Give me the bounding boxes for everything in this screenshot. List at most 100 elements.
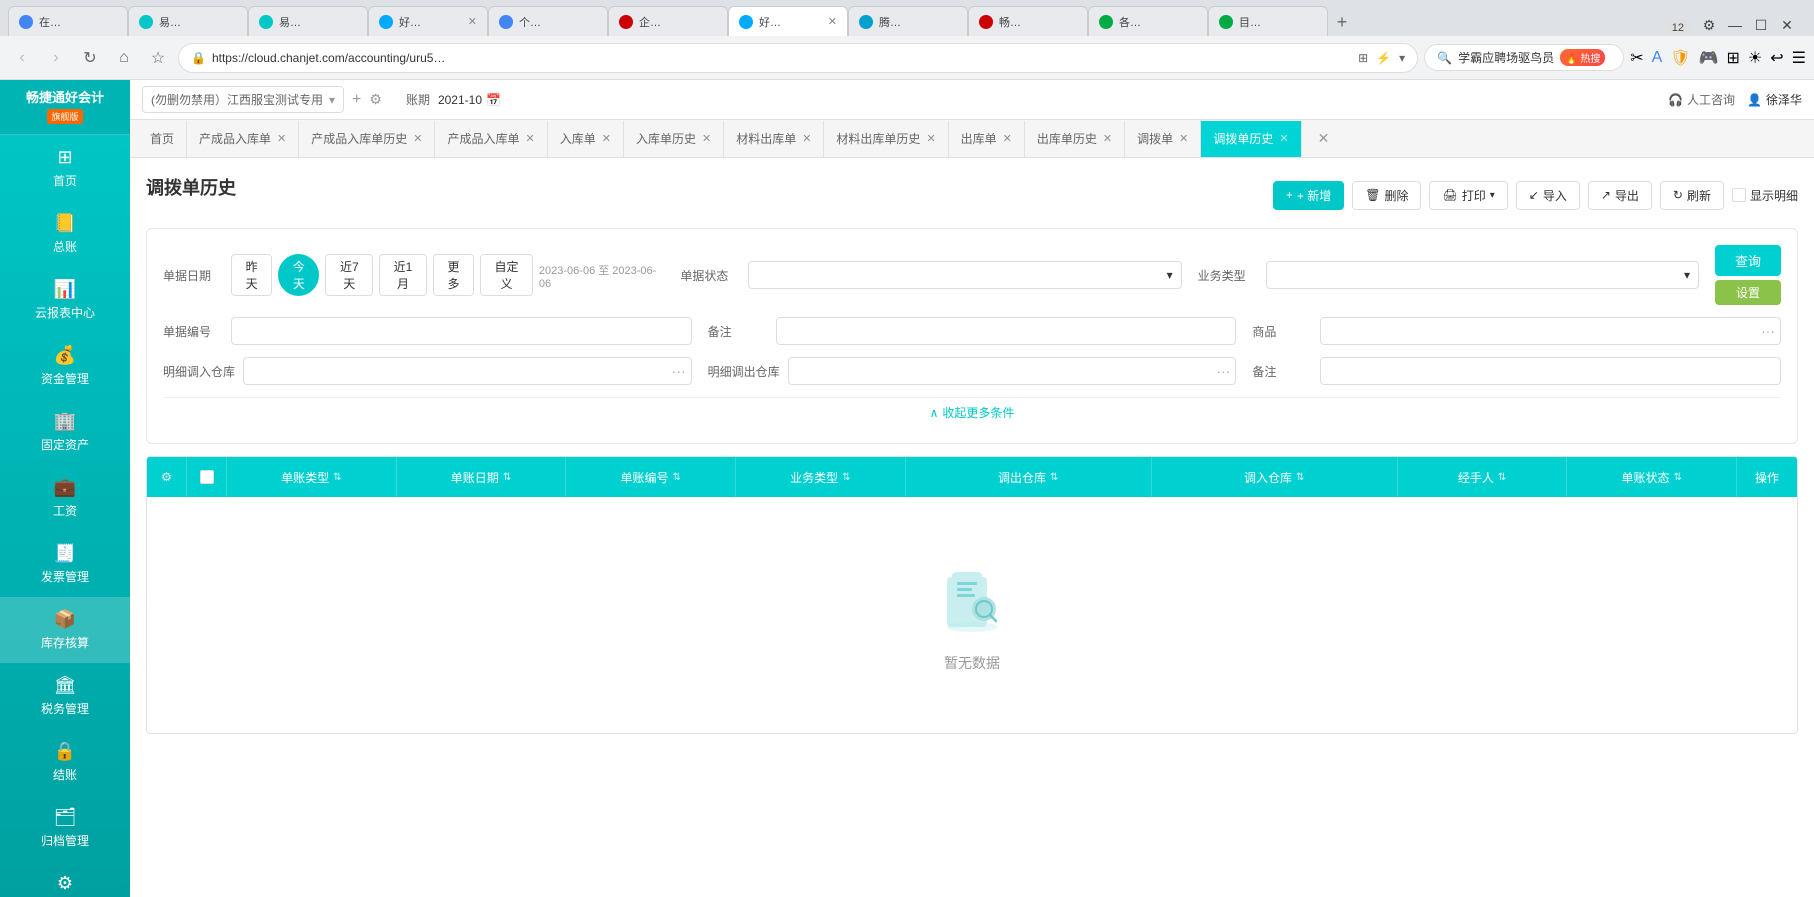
browser-tab-10[interactable]: 各… [1088, 6, 1208, 36]
menu-icon[interactable]: ☰ [1792, 48, 1806, 68]
period-value[interactable]: 2021-10 📅 [438, 93, 501, 107]
new-tab-button[interactable]: + [1328, 8, 1356, 36]
sidebar-item-ledger[interactable]: 📒 总账 [0, 201, 130, 267]
date-btn-1month[interactable]: 近1月 [379, 254, 427, 296]
page-tab-product-in2-close[interactable]: ✕ [526, 132, 535, 145]
biz-type-select[interactable]: ▾ [1266, 261, 1699, 289]
browser-tab-9[interactable]: 畅… [968, 6, 1088, 36]
back-button[interactable]: ‹ [8, 44, 36, 72]
th-gear[interactable]: ⚙ [147, 457, 187, 497]
print-button[interactable]: 🖨 打印 ▾ [1429, 181, 1507, 210]
page-tab-product-in2[interactable]: 产成品入库单 ✕ [435, 121, 547, 157]
address-dropdown-icon[interactable]: ▾ [1399, 51, 1405, 65]
th-status[interactable]: 单账状态 ⇅ [1567, 457, 1737, 497]
page-tab-out-history[interactable]: 出库单历史 ✕ [1025, 121, 1125, 157]
page-tab-in-order[interactable]: 入库单 ✕ [548, 121, 624, 157]
add-org-button[interactable]: + [352, 91, 361, 109]
page-tab-product-in[interactable]: 产成品入库单 ✕ [187, 121, 299, 157]
browser-tab-1[interactable]: 在… [8, 6, 128, 36]
show-detail-checkbox[interactable]: 显示明细 [1732, 187, 1798, 204]
bookmark-button[interactable]: ☆ [144, 44, 172, 72]
sidebar-item-invoice[interactable]: 🧾 发票管理 [0, 531, 130, 597]
browser-tab-4[interactable]: 好… ✕ [368, 6, 488, 36]
page-tab-transfer-close[interactable]: ✕ [1179, 132, 1188, 145]
th-handler[interactable]: 经手人 ⇅ [1398, 457, 1568, 497]
sidebar-item-payroll[interactable]: 💼 工资 [0, 465, 130, 531]
sidebar-item-settings[interactable]: ⚙ 基础设置 [0, 861, 130, 897]
th-check[interactable] [187, 457, 227, 497]
remark2-filter-input[interactable] [1320, 357, 1781, 385]
goods-more-icon[interactable]: ··· [1761, 323, 1775, 339]
browser-tab-7[interactable]: 好… ✕ [728, 6, 848, 36]
forward-button[interactable]: › [42, 44, 70, 72]
page-tab-mat-out-history[interactable]: 材料出库单历史 ✕ [824, 121, 948, 157]
sidebar-item-report[interactable]: 📊 云报表中心 [0, 267, 130, 333]
sidebar-item-fund[interactable]: 💰 资金管理 [0, 333, 130, 399]
page-tab-out-order-close[interactable]: ✕ [1003, 132, 1012, 145]
import-button[interactable]: ↙ 导入 [1516, 181, 1580, 210]
status-select[interactable]: ▾ [748, 261, 1181, 289]
home-button[interactable]: ⌂ [110, 44, 138, 72]
new-button[interactable]: + + 新增 [1273, 181, 1344, 210]
browser-tab-3[interactable]: 易… [248, 6, 368, 36]
show-detail-check-box[interactable] [1732, 188, 1746, 202]
tab-close-7[interactable]: ✕ [828, 15, 837, 28]
in-warehouse-input[interactable] [243, 357, 692, 385]
sidebar-item-closing[interactable]: 🔒 结账 [0, 729, 130, 795]
sidebar-item-tax[interactable]: 🏛 税务管理 [0, 663, 130, 729]
th-biz[interactable]: 业务类型 ⇅ [736, 457, 906, 497]
th-out[interactable]: 调出仓库 ⇅ [906, 457, 1152, 497]
query-button[interactable]: 查询 [1715, 245, 1781, 276]
collapse-button[interactable]: ∧ 收起更多条件 [163, 397, 1781, 427]
select-all-checkbox[interactable] [200, 470, 214, 484]
org-selector[interactable]: (勿删勿禁用）江西服宝测试专用 ▾ [142, 86, 344, 113]
org-settings-icon[interactable]: ⚙ [369, 91, 382, 108]
tab-close-4[interactable]: ✕ [468, 15, 477, 28]
date-btn-yesterday[interactable]: 昨天 [231, 254, 272, 296]
page-tab-transfer-history-close[interactable]: ✕ [1279, 132, 1288, 145]
browser-tab-2[interactable]: 易… [128, 6, 248, 36]
page-tab-in-history-close[interactable]: ✕ [702, 132, 711, 145]
sidebar-item-asset[interactable]: 🏢 固定资产 [0, 399, 130, 465]
th-in[interactable]: 调入仓库 ⇅ [1152, 457, 1398, 497]
th-date[interactable]: 单账日期 ⇅ [397, 457, 567, 497]
th-type[interactable]: 单账类型 ⇅ [227, 457, 397, 497]
window-settings-icon[interactable]: ⚙ [1698, 14, 1720, 36]
settings-button[interactable]: 设置 [1715, 280, 1781, 305]
window-minimize-icon[interactable]: — [1724, 14, 1746, 36]
page-tab-out-history-close[interactable]: ✕ [1103, 132, 1112, 145]
browser-tab-11[interactable]: 目… [1208, 6, 1328, 36]
remark-filter-input[interactable] [776, 317, 1237, 345]
browser-tab-6[interactable]: 企… [608, 6, 728, 36]
page-tab-product-in-history-close[interactable]: ✕ [413, 132, 422, 145]
page-tab-transfer-history[interactable]: 调拨单历史 ✕ [1201, 121, 1301, 157]
out-warehouse-input[interactable] [788, 357, 1237, 385]
page-tab-product-in-history[interactable]: 产成品入库单历史 ✕ [299, 121, 435, 157]
service-button[interactable]: 🎧 人工咨询 [1668, 91, 1735, 108]
goods-filter-input[interactable] [1320, 317, 1781, 345]
delete-button[interactable]: 🗑 删除 [1352, 181, 1421, 210]
window-maximize-icon[interactable]: ☐ [1750, 14, 1772, 36]
page-tab-in-order-close[interactable]: ✕ [602, 132, 611, 145]
page-tab-mat-out-history-close[interactable]: ✕ [926, 132, 935, 145]
window-close-icon[interactable]: ✕ [1776, 14, 1798, 36]
sidebar-item-inventory[interactable]: 📦 库存核算 [0, 597, 130, 663]
num-filter-input[interactable] [231, 317, 692, 345]
page-tab-home[interactable]: 首页 [138, 121, 187, 157]
reload-button[interactable]: ↻ [76, 44, 104, 72]
refresh-button[interactable]: ↻ 刷新 [1660, 181, 1724, 210]
page-tab-in-history[interactable]: 入库单历史 ✕ [624, 121, 724, 157]
browser-search[interactable]: 🔍 学霸应聘场驱鸟员 🔥 热搜 [1424, 44, 1624, 71]
page-tab-transfer[interactable]: 调拨单 ✕ [1125, 121, 1201, 157]
th-num[interactable]: 单账编号 ⇅ [566, 457, 736, 497]
page-tab-mat-out[interactable]: 材料出库单 ✕ [724, 121, 824, 157]
export-button[interactable]: ↗ 导出 [1588, 181, 1652, 210]
date-btn-today[interactable]: 今天 [278, 254, 319, 296]
page-tab-product-in-close[interactable]: ✕ [277, 132, 286, 145]
date-btn-custom[interactable]: 自定义 [480, 254, 533, 296]
address-input[interactable]: 🔒 https://cloud.chanjet.com/accounting/u… [178, 43, 1418, 73]
out-warehouse-more-icon[interactable]: ··· [1216, 363, 1230, 379]
date-btn-7days[interactable]: 近7天 [325, 254, 373, 296]
date-btn-more[interactable]: 更多 [433, 254, 474, 296]
browser-tab-8[interactable]: 腾… [848, 6, 968, 36]
